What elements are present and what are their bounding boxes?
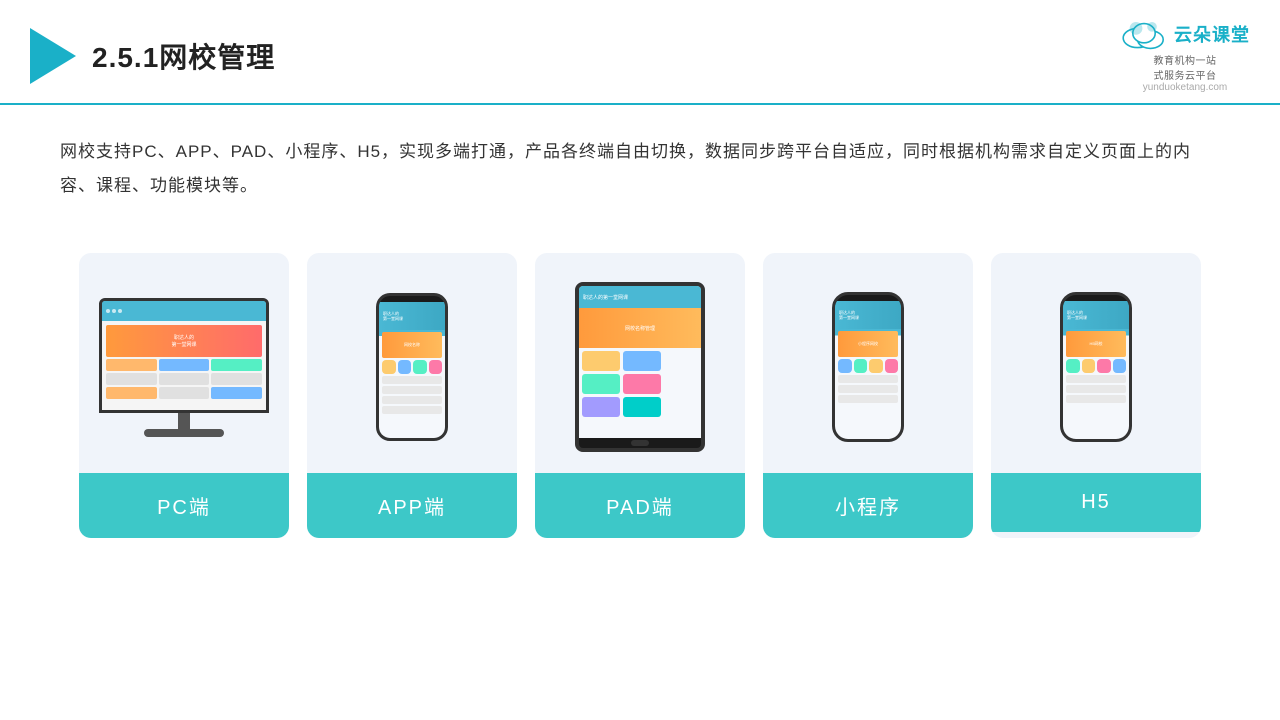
- card-miniprogram-label: 小程序: [763, 473, 973, 538]
- page-title: 2.5.1网校管理: [92, 36, 275, 76]
- header-right: 云朵课堂 教育机构一站 式服务云平台 yunduoketang.com: [1120, 18, 1250, 93]
- description-paragraph: 网校支持PC、APP、PAD、小程序、H5，实现多端打通，产品各终端自由切换，数…: [60, 135, 1220, 203]
- card-miniprogram: 职达人的第一堂网课 小程序网校: [763, 253, 973, 538]
- phone-mockup-app: 职达人的第一堂网课 网校名称: [376, 293, 448, 441]
- header-left: 2.5.1网校管理: [30, 28, 275, 84]
- logo-triangle-icon: [30, 28, 76, 84]
- description-text: 网校支持PC、APP、PAD、小程序、H5，实现多端打通，产品各终端自由切换，数…: [0, 105, 1280, 213]
- card-pad: 职达人的第一堂网课 网校名称管理 PAD端: [535, 253, 745, 538]
- card-h5-image: 职达人的第一堂网课 H5网校: [991, 253, 1201, 473]
- tablet-mockup: 职达人的第一堂网课 网校名称管理: [575, 282, 705, 452]
- cards-container: 职达人的第一堂网课: [0, 223, 1280, 568]
- card-miniprogram-image: 职达人的第一堂网课 小程序网校: [763, 253, 973, 473]
- page-header: 2.5.1网校管理 云朵课堂 教育机构一站 式服务云平台 yunduoketan…: [0, 0, 1280, 105]
- cloud-icon: [1120, 18, 1168, 50]
- brand-url: yunduoketang.com: [1143, 82, 1228, 93]
- brand-name: 云朵课堂: [1174, 21, 1250, 47]
- card-pc: 职达人的第一堂网课: [79, 253, 289, 538]
- brand-logo: 云朵课堂: [1120, 18, 1250, 50]
- card-app: 职达人的第一堂网课 网校名称: [307, 253, 517, 538]
- card-h5-label: H5: [991, 473, 1201, 532]
- card-app-label: APP端: [307, 473, 517, 538]
- phone-mockup-h5: 职达人的第一堂网课 H5网校: [1060, 292, 1132, 442]
- card-app-image: 职达人的第一堂网课 网校名称: [307, 253, 517, 473]
- card-pad-label: PAD端: [535, 473, 745, 538]
- pc-monitor-icon: 职达人的第一堂网课: [99, 298, 269, 437]
- card-pad-image: 职达人的第一堂网课 网校名称管理: [535, 253, 745, 473]
- brand-tagline: 教育机构一站 式服务云平台: [1154, 52, 1217, 82]
- card-pc-image: 职达人的第一堂网课: [79, 253, 289, 473]
- card-h5: 职达人的第一堂网课 H5网校: [991, 253, 1201, 538]
- card-pc-label: PC端: [79, 473, 289, 538]
- phone-mockup-miniprogram: 职达人的第一堂网课 小程序网校: [832, 292, 904, 442]
